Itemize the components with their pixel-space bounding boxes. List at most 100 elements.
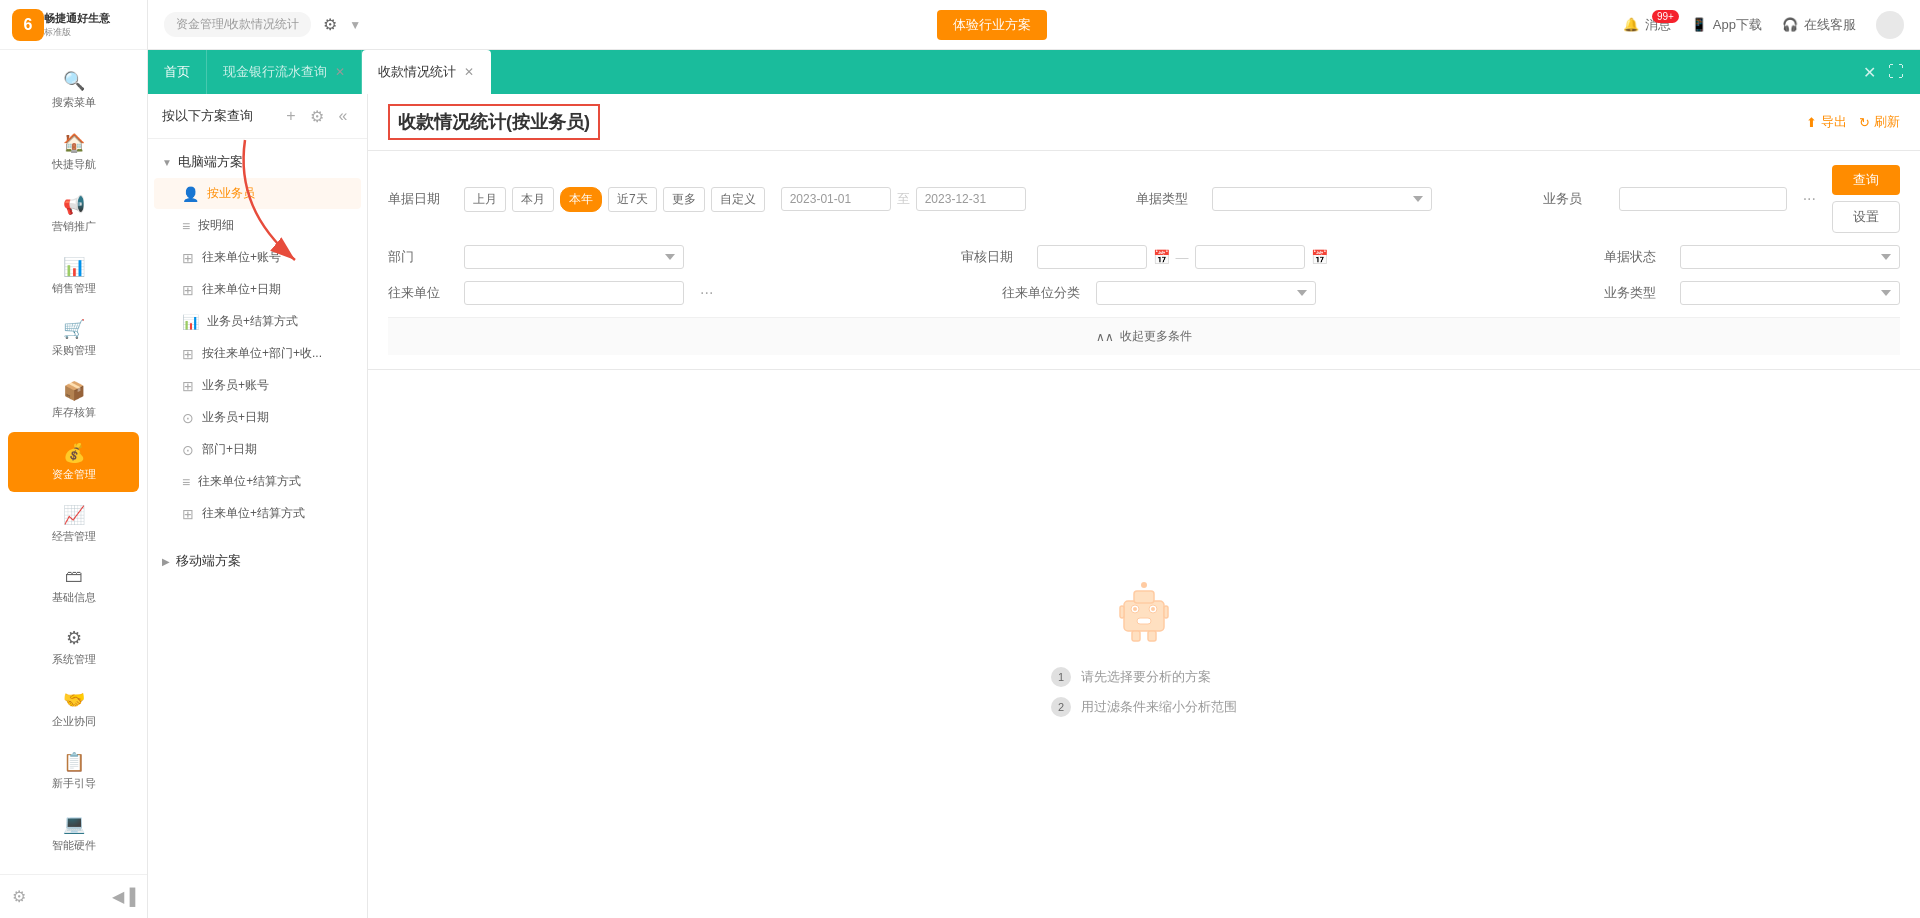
tab-collection-close[interactable]: ✕: [464, 65, 474, 79]
main-area: 资金管理/收款情况统计 ⚙ ▼ 体验行业方案 🔔 99+ 消息 📱 App下载 …: [148, 0, 1920, 918]
refresh-button[interactable]: ↻ 刷新: [1859, 113, 1900, 131]
collapse-panel-button[interactable]: «: [333, 106, 353, 126]
content-area: 按以下方案查询 + ⚙ « ▼ 电脑端方案 👤 按业务员 ≡ 按: [148, 94, 1920, 918]
maximize-window-icon[interactable]: ⛶: [1888, 63, 1904, 81]
tab-bar: 首页 现金银行流水查询 ✕ 收款情况统计 ✕ ✕ ⛶: [148, 50, 1920, 94]
purchase-icon: 🛒: [63, 318, 85, 340]
tab-home[interactable]: 首页: [148, 50, 207, 94]
review-date-to[interactable]: [1195, 245, 1305, 269]
scheme-item-salesperson-settlement[interactable]: 📊 业务员+结算方式: [154, 306, 361, 337]
scheme-item-partner-date[interactable]: ⊞ 往来单位+日期: [154, 274, 361, 305]
dept-select[interactable]: [464, 245, 684, 269]
settings-button[interactable]: 设置: [1832, 201, 1900, 233]
date-range-group: 至: [781, 187, 1026, 211]
date-to-input[interactable]: [916, 187, 1026, 211]
last-7days-btn[interactable]: 近7天: [608, 187, 657, 212]
scheme-item-salesperson-account[interactable]: ⊞ 业务员+账号: [154, 370, 361, 401]
sidebar-item-system[interactable]: ⚙ 系统管理: [8, 617, 139, 677]
partner-input[interactable]: [464, 281, 684, 305]
tab-bank-close[interactable]: ✕: [335, 65, 345, 79]
svg-rect-9: [1164, 606, 1168, 618]
notification-button[interactable]: 🔔 99+ 消息: [1623, 16, 1671, 34]
sidebar-item-basic[interactable]: 🗃 基础信息: [8, 556, 139, 615]
sidebar-item-inventory[interactable]: 📦 库存核算: [8, 370, 139, 430]
scheme-item-salesperson-date[interactable]: ⊙ 业务员+日期: [154, 402, 361, 433]
sidebar-item-sales[interactable]: 📊 销售管理: [8, 246, 139, 306]
review-date-separator: —: [1176, 250, 1189, 265]
this-year-btn[interactable]: 本年: [560, 187, 602, 212]
system-icon: ⚙: [66, 627, 82, 649]
export-button[interactable]: ⬆ 导出: [1806, 113, 1847, 131]
review-date-from[interactable]: [1037, 245, 1147, 269]
header-left: 资金管理/收款情况统计 ⚙ ▼: [164, 12, 361, 37]
sidebar-item-hardware[interactable]: 💻 智能硬件: [8, 803, 139, 863]
date-from-input[interactable]: [781, 187, 891, 211]
trial-button[interactable]: 体验行业方案: [937, 10, 1047, 40]
last-month-btn[interactable]: 上月: [464, 187, 506, 212]
dept-label: 部门: [388, 248, 448, 266]
header-gear-icon[interactable]: ⚙: [323, 15, 337, 34]
scheme-item-partner-account[interactable]: ⊞ 往来单位+账号: [154, 242, 361, 273]
salesperson-date-icon: ⊙: [182, 410, 194, 426]
user-avatar[interactable]: [1876, 11, 1904, 39]
this-month-btn[interactable]: 本月: [512, 187, 554, 212]
scheme-item-partner-settlement1[interactable]: ≡ 往来单位+结算方式: [154, 466, 361, 497]
mobile-scheme-header[interactable]: ▶ 移动端方案: [148, 546, 367, 576]
partner-more-icon[interactable]: ···: [700, 284, 713, 302]
sidebar-item-guide[interactable]: 📋 新手引导: [8, 741, 139, 801]
tab-collection[interactable]: 收款情况统计 ✕: [362, 50, 491, 94]
filter-row-3: 往来单位 ··· 往来单位分类 业务类型: [388, 281, 1900, 305]
custom-date-btn[interactable]: 自定义: [711, 187, 765, 212]
collapse-bar[interactable]: ∧∧ 收起更多条件: [388, 317, 1900, 355]
app-download-button[interactable]: 📱 App下载: [1691, 16, 1762, 34]
salesperson-label: 业务员: [1543, 190, 1603, 208]
business-type-select[interactable]: [1680, 281, 1900, 305]
doc-type-select[interactable]: [1212, 187, 1432, 211]
date-button-group: 上月 本月 本年 近7天 更多 自定义: [464, 187, 765, 212]
scheme-item-partner-dept[interactable]: ⊞ 按往来单位+部门+收...: [154, 338, 361, 369]
calendar-to-icon[interactable]: 📅: [1311, 249, 1328, 265]
date-separator: 至: [897, 190, 910, 208]
scheme-item-dept-date[interactable]: ⊙ 部门+日期: [154, 434, 361, 465]
sidebar-item-enterprise[interactable]: 🤝 企业协同: [8, 679, 139, 739]
calendar-from-icon[interactable]: 📅: [1153, 249, 1170, 265]
collapse-sidebar-icon[interactable]: ◀▐: [112, 887, 135, 906]
sidebar-item-wechat[interactable]: 💬 企业微信: [8, 865, 139, 874]
sidebar-item-search[interactable]: 🔍 搜索菜单: [8, 60, 139, 120]
sidebar-item-purchase[interactable]: 🛒 采购管理: [8, 308, 139, 368]
scheme-settings-button[interactable]: ⚙: [307, 106, 327, 126]
salesperson-input[interactable]: [1619, 187, 1787, 211]
doc-type-label: 单据类型: [1136, 190, 1196, 208]
salesperson-more-icon[interactable]: ···: [1803, 190, 1816, 208]
desktop-scheme-header[interactable]: ▼ 电脑端方案: [148, 147, 367, 177]
export-icon: ⬆: [1806, 115, 1817, 130]
sidebar-item-marketing[interactable]: 📢 营销推广: [8, 184, 139, 244]
filter-row-2: 部门 审核日期 📅 — 📅 单据状态: [388, 245, 1900, 269]
add-scheme-button[interactable]: +: [281, 106, 301, 126]
finance-icon: 💰: [63, 442, 85, 464]
scheme-item-by-detail[interactable]: ≡ 按明细: [154, 210, 361, 241]
scheme-item-by-salesperson[interactable]: 👤 按业务员: [154, 178, 361, 209]
partner-category-select[interactable]: [1096, 281, 1316, 305]
sidebar-bottom: ⚙ ◀▐: [0, 874, 147, 918]
sidebar-item-operations[interactable]: 📈 经营管理: [8, 494, 139, 554]
partner-settlement2-icon: ⊞: [182, 506, 194, 522]
header-dropdown-icon[interactable]: ▼: [349, 18, 361, 32]
salesperson-scheme-icon: 👤: [182, 186, 199, 202]
header-right: 🔔 99+ 消息 📱 App下载 🎧 在线客服: [1623, 11, 1904, 39]
more-date-btn[interactable]: 更多: [663, 187, 705, 212]
doc-status-select[interactable]: [1680, 245, 1900, 269]
customer-service-button[interactable]: 🎧 在线客服: [1782, 16, 1856, 34]
settings-bottom-icon[interactable]: ⚙: [12, 887, 26, 906]
search-icon: 🔍: [63, 70, 85, 92]
svg-point-6: [1151, 607, 1155, 611]
tab-bank[interactable]: 现金银行流水查询 ✕: [207, 50, 362, 94]
close-window-icon[interactable]: ✕: [1863, 63, 1876, 82]
svg-rect-8: [1120, 606, 1124, 618]
logo-area: 6 畅捷通好生意 标准版: [0, 0, 147, 50]
scheme-item-partner-settlement2[interactable]: ⊞ 往来单位+结算方式: [154, 498, 361, 529]
sidebar-item-finance[interactable]: 💰 资金管理: [8, 432, 139, 492]
query-button[interactable]: 查询: [1832, 165, 1900, 195]
sidebar-item-quicknav[interactable]: 🏠 快捷导航: [8, 122, 139, 182]
tip-item-1: 1 请先选择要分析的方案: [1051, 667, 1237, 687]
